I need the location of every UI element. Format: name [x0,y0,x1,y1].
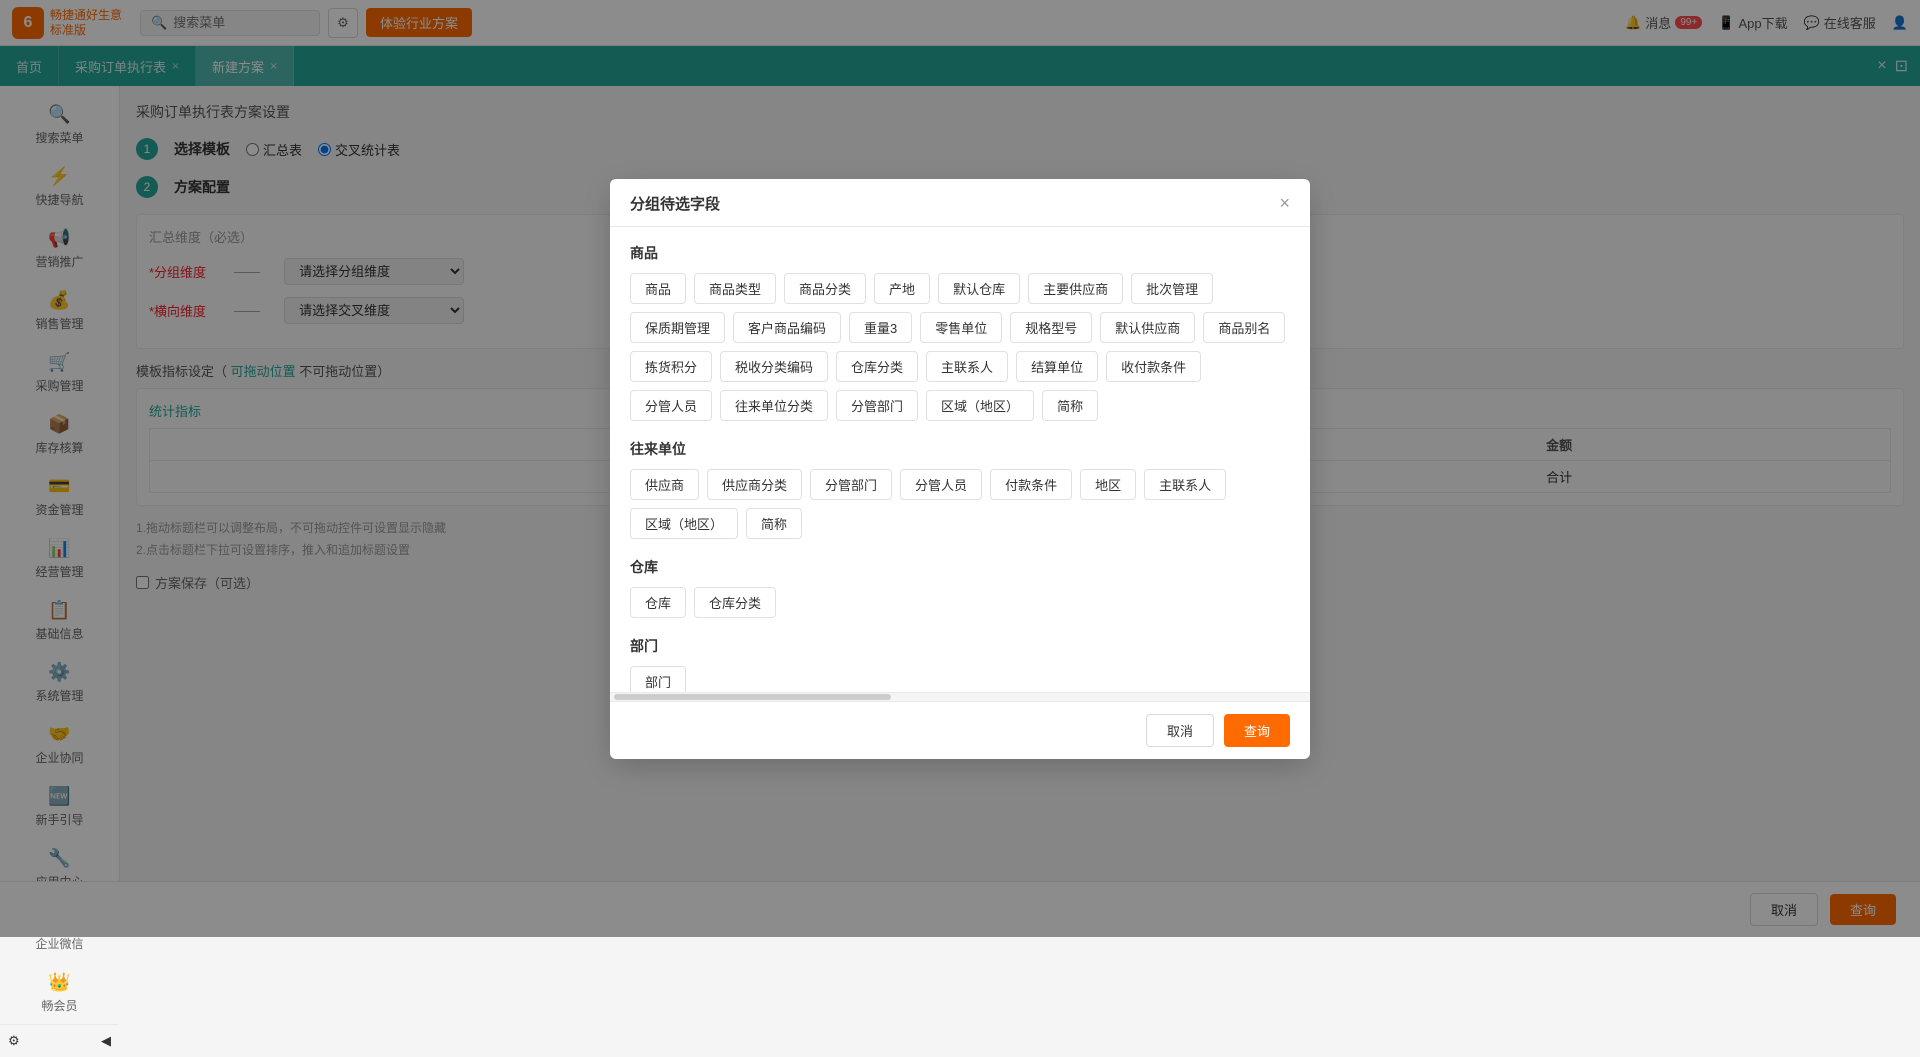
modal-header: 分组待选字段 × [610,179,1310,227]
field-tag[interactable]: 地区 [1080,469,1136,500]
field-tag[interactable]: 商品分类 [784,273,866,304]
field-tag[interactable]: 仓库分类 [836,351,918,382]
field-tag[interactable]: 部门 [630,666,686,693]
field-select-modal: 分组待选字段 × 商品 商品 商品类型 商品分类 产地 默认仓库 主要供应商 批… [610,179,1310,759]
field-tag[interactable]: 批次管理 [1131,273,1213,304]
field-tag[interactable]: 分管部门 [836,390,918,421]
field-tag[interactable]: 仓库分类 [694,587,776,618]
section-partner-tags: 供应商 供应商分类 分管部门 分管人员 付款条件 地区 主联系人 区域（地区） … [630,469,1290,539]
modal-title: 分组待选字段 [630,193,720,214]
modal-cancel-button[interactable]: 取消 [1146,714,1214,747]
section-warehouse: 仓库 仓库 仓库分类 [630,557,1290,618]
field-tag[interactable]: 付款条件 [990,469,1072,500]
section-department-tags: 部门 [630,666,1290,693]
field-tag[interactable]: 简称 [746,508,802,539]
field-tag[interactable]: 收付款条件 [1106,351,1201,382]
sidebar-item-member-label: 畅会员 [41,997,77,1014]
section-product: 商品 商品 商品类型 商品分类 产地 默认仓库 主要供应商 批次管理 保质期管理… [630,243,1290,421]
field-tag[interactable]: 仓库 [630,587,686,618]
field-tag[interactable]: 商品别名 [1203,312,1285,343]
modal-overlay: 分组待选字段 × 商品 商品 商品类型 商品分类 产地 默认仓库 主要供应商 批… [0,0,1920,937]
field-tag[interactable]: 默认供应商 [1100,312,1195,343]
member-icon: 👑 [48,972,70,993]
sidebar-bottom: ⚙ ◀ [0,1024,119,1057]
field-tag[interactable]: 主联系人 [1144,469,1226,500]
modal-footer: 取消 查询 [610,701,1310,759]
field-tag[interactable]: 默认仓库 [938,273,1020,304]
field-tag[interactable]: 分管人员 [900,469,982,500]
field-tag[interactable]: 区域（地区） [926,390,1034,421]
modal-hscrollbar[interactable] [610,692,1310,700]
field-tag[interactable]: 零售单位 [920,312,1002,343]
field-tag[interactable]: 税收分类编码 [720,351,828,382]
section-partner: 往来单位 供应商 供应商分类 分管部门 分管人员 付款条件 地区 主联系人 区域… [630,439,1290,539]
field-tag[interactable]: 保质期管理 [630,312,725,343]
modal-confirm-button[interactable]: 查询 [1224,714,1290,747]
field-tag[interactable]: 商品类型 [694,273,776,304]
field-tag[interactable]: 规格型号 [1010,312,1092,343]
sidebar-item-member[interactable]: 👑 畅会员 [0,962,119,1024]
field-tag[interactable]: 往来单位分类 [720,390,828,421]
field-tag[interactable]: 分管人员 [630,390,712,421]
section-product-tags: 商品 商品类型 商品分类 产地 默认仓库 主要供应商 批次管理 保质期管理 客户… [630,273,1290,421]
modal-body: 商品 商品 商品类型 商品分类 产地 默认仓库 主要供应商 批次管理 保质期管理… [610,227,1310,693]
section-partner-title: 往来单位 [630,439,1290,459]
field-tag[interactable]: 重量3 [849,312,912,343]
section-warehouse-title: 仓库 [630,557,1290,577]
section-product-title: 商品 [630,243,1290,263]
field-tag[interactable]: 主联系人 [926,351,1008,382]
section-department: 部门 部门 [630,636,1290,693]
field-tag[interactable]: 简称 [1042,390,1098,421]
field-tag[interactable]: 结算单位 [1016,351,1098,382]
field-tag[interactable]: 拣货积分 [630,351,712,382]
sidebar-collapse-button[interactable]: ◀ [101,1033,111,1049]
modal-close-button[interactable]: × [1279,193,1290,214]
field-tag[interactable]: 供应商 [630,469,699,500]
field-tag[interactable]: 供应商分类 [707,469,802,500]
field-tag[interactable]: 分管部门 [810,469,892,500]
sidebar-settings-button[interactable]: ⚙ [8,1033,20,1049]
field-tag[interactable]: 主要供应商 [1028,273,1123,304]
section-warehouse-tags: 仓库 仓库分类 [630,587,1290,618]
modal-hscroll-thumb[interactable] [614,694,891,700]
section-department-title: 部门 [630,636,1290,656]
field-tag[interactable]: 客户商品编码 [733,312,841,343]
field-tag[interactable]: 商品 [630,273,686,304]
field-tag[interactable]: 产地 [874,273,930,304]
field-tag[interactable]: 区域（地区） [630,508,738,539]
sidebar-item-wechat-label: 企业微信 [35,935,83,952]
